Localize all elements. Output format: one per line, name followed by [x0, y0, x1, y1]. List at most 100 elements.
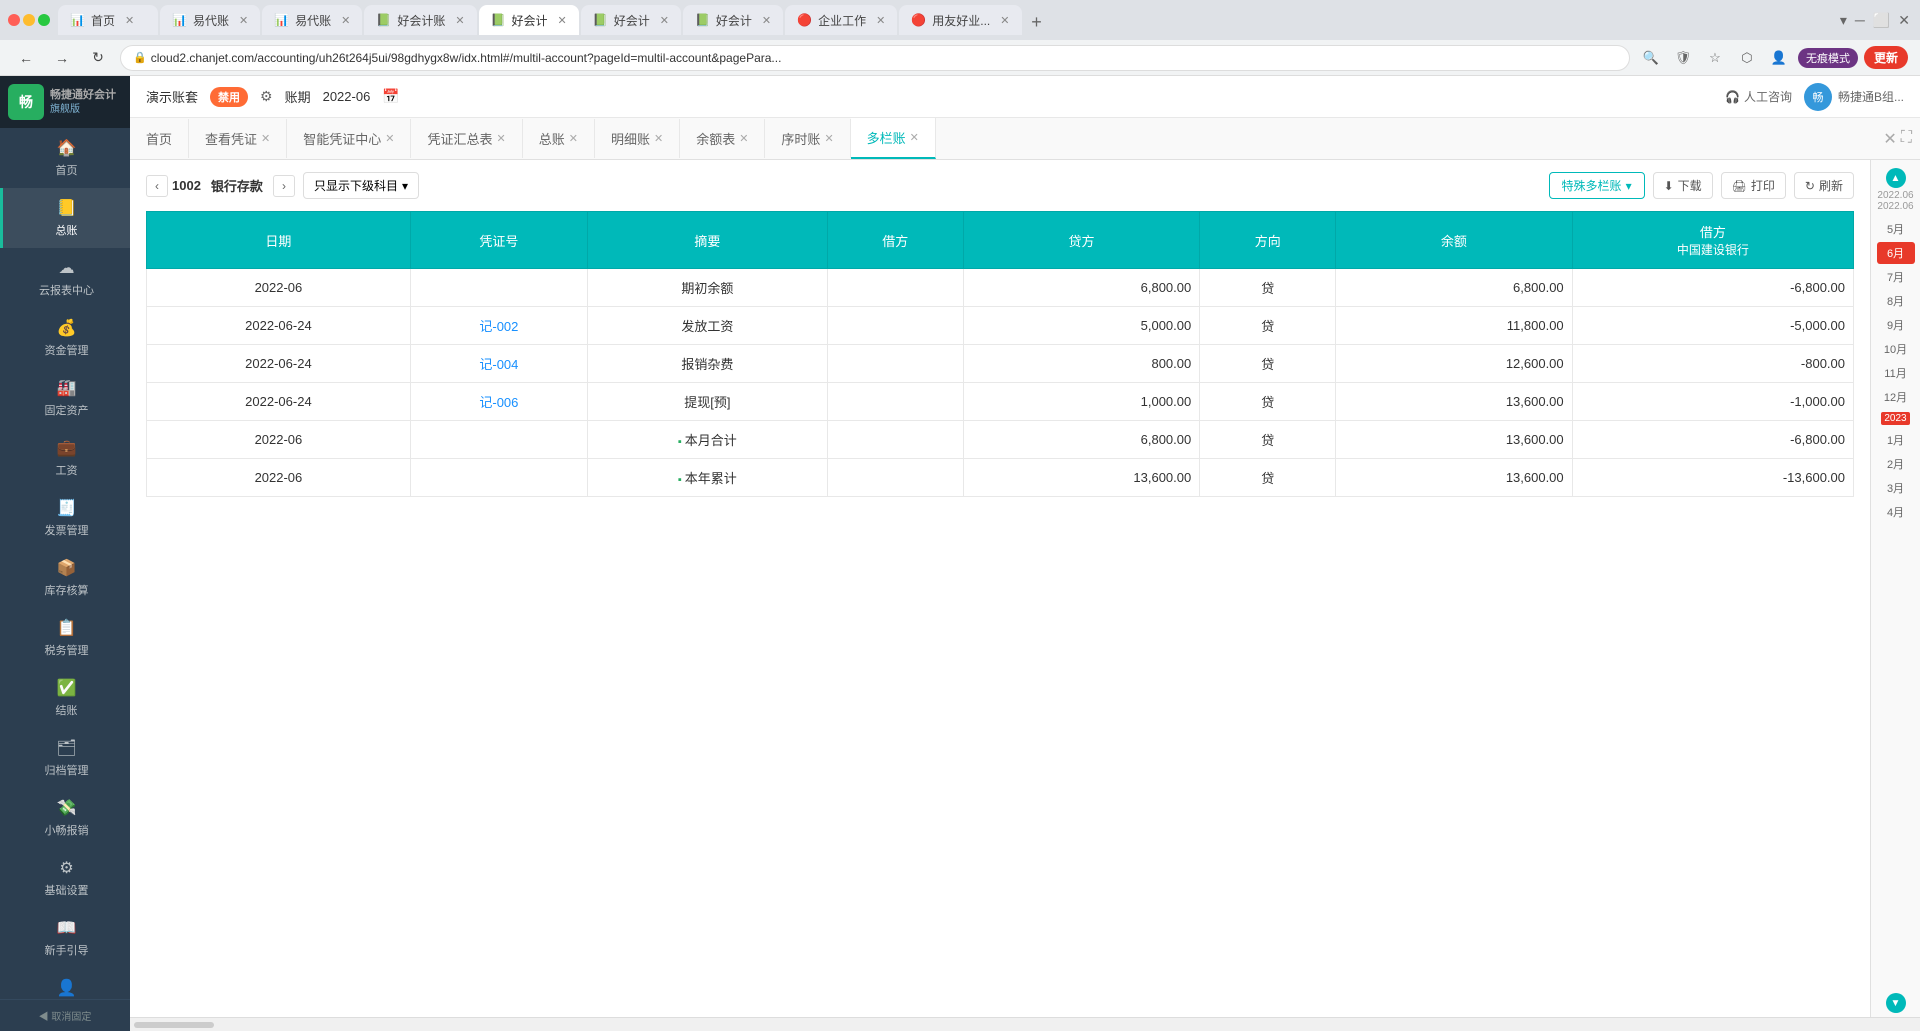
timeline-month-1[interactable]: 1月 — [1877, 429, 1915, 451]
browser-tab-t8[interactable]: 🔴 企业工作 ✕ — [785, 5, 897, 35]
timeline-month-12[interactable]: 12月 — [1877, 386, 1915, 408]
browser-tab-t7[interactable]: 📗 好会计 ✕ — [683, 5, 783, 35]
tab-multi-ledger[interactable]: 多栏账 ✕ — [851, 118, 936, 159]
window-restore-icon[interactable]: ⬜ — [1871, 10, 1892, 31]
browser-tab-t6[interactable]: 📗 好会计 ✕ — [581, 5, 681, 35]
tab-general-ledger[interactable]: 总账 ✕ — [523, 119, 595, 158]
tab-close-t7[interactable]: ✕ — [762, 14, 771, 27]
browser-tab-t1[interactable]: 📊 首页 ✕ — [58, 5, 158, 35]
sidebar-item-member[interactable]: 👤 畅会员 — [0, 968, 130, 999]
sidebar-item-expense[interactable]: 💸 小畅报销 — [0, 788, 130, 848]
window-minimize-icon[interactable]: ─ — [1853, 10, 1867, 31]
tab-balance-table[interactable]: 余额表 ✕ — [680, 119, 765, 158]
timeline-down-btn[interactable]: ▼ — [1886, 993, 1906, 1013]
sidebar-item-guide[interactable]: 📖 新手引导 — [0, 908, 130, 968]
filter-dropdown[interactable]: 只显示下级科目 ▾ — [303, 172, 419, 199]
help-btn[interactable]: 🎧 人工咨询 — [1725, 88, 1792, 105]
window-min-btn[interactable] — [23, 14, 35, 26]
sidebar-item-invoice[interactable]: 🧾 发票管理 — [0, 488, 130, 548]
collapse-tabs-btn[interactable]: ✕ — [1883, 129, 1896, 149]
tab-detail-ledger[interactable]: 明细账 ✕ — [595, 119, 680, 158]
close-tab-seq-ledger[interactable]: ✕ — [824, 132, 833, 145]
tab-list-arrow[interactable]: ▾ — [1838, 10, 1849, 31]
period-icon[interactable]: 📅 — [382, 88, 399, 105]
sidebar-item-settings[interactable]: ⚙ 基础设置 — [0, 848, 130, 908]
sidebar-item-settle[interactable]: ✅ 结账 — [0, 668, 130, 728]
close-tab-voucher-view[interactable]: ✕ — [261, 132, 270, 145]
timeline-month-2[interactable]: 2月 — [1877, 453, 1915, 475]
timeline-month-11[interactable]: 11月 — [1877, 362, 1915, 384]
timeline-up-btn[interactable]: ▲ — [1886, 168, 1906, 188]
window-close-icon[interactable]: ✕ — [1896, 10, 1912, 31]
extensions-icon[interactable]: ⬡ — [1734, 45, 1760, 71]
tab-home[interactable]: 首页 — [130, 119, 189, 158]
close-tab-balance-table[interactable]: ✕ — [739, 132, 748, 145]
timeline-month-5[interactable]: 5月 — [1877, 218, 1915, 240]
browser-tab-t3[interactable]: 📊 易代账 ✕ — [262, 5, 362, 35]
demo-badge[interactable]: 禁用 — [210, 87, 248, 107]
cell-voucher[interactable]: 记-006 — [410, 383, 587, 421]
timeline-month-3[interactable]: 3月 — [1877, 477, 1915, 499]
tab-voucher-summary[interactable]: 凭证汇总表 ✕ — [411, 119, 522, 158]
timeline-month-6[interactable]: 6月 — [1877, 242, 1915, 264]
browser-tab-t2[interactable]: 📊 易代账 ✕ — [160, 5, 260, 35]
tab-voucher-view[interactable]: 查看凭证 ✕ — [189, 119, 287, 158]
update-btn[interactable]: 更新 — [1864, 46, 1908, 69]
close-tab-detail-ledger[interactable]: ✕ — [654, 132, 663, 145]
wuhen-mode-btn[interactable]: 无痕模式 — [1798, 48, 1858, 68]
profile-icon[interactable]: 👤 — [1766, 45, 1792, 71]
tab-close-t5[interactable]: ✕ — [558, 14, 567, 27]
back-button[interactable]: ← — [12, 44, 40, 72]
sidebar-collapse-btn[interactable]: ◀ 取消固定 — [0, 999, 130, 1031]
tab-close-t1[interactable]: ✕ — [125, 14, 134, 27]
settings-btn[interactable]: ⚙ — [260, 88, 273, 105]
user-area[interactable]: 畅 畅捷通B组... — [1804, 83, 1904, 111]
bottom-scrollbar[interactable] — [130, 1017, 1920, 1031]
sidebar-item-cloud[interactable]: ☁ 云报表中心 — [0, 248, 130, 308]
sidebar-item-assets[interactable]: 🏭 固定资产 — [0, 368, 130, 428]
close-tab-voucher-summary[interactable]: ✕ — [497, 132, 506, 145]
cell-voucher[interactable]: 记-002 — [410, 307, 587, 345]
tab-close-t4[interactable]: ✕ — [455, 14, 464, 27]
close-tab-smart-voucher[interactable]: ✕ — [385, 132, 394, 145]
sidebar-item-fund[interactable]: 💰 资金管理 — [0, 308, 130, 368]
star-icon[interactable]: ☆ — [1702, 45, 1728, 71]
window-close-btn[interactable] — [8, 14, 20, 26]
tab-seq-ledger[interactable]: 序时账 ✕ — [765, 119, 850, 158]
next-account-btn[interactable]: › — [273, 175, 295, 197]
tab-close-t8[interactable]: ✕ — [876, 14, 885, 27]
sidebar-item-salary[interactable]: 💼 工资 — [0, 428, 130, 488]
cell-voucher[interactable]: 记-004 — [410, 345, 587, 383]
forward-button[interactable]: → — [48, 44, 76, 72]
shield-icon[interactable]: 🛡 — [1670, 45, 1696, 71]
scroll-thumb[interactable] — [134, 1022, 214, 1028]
sidebar-item-archive[interactable]: 🗂 归档管理 — [0, 728, 130, 788]
browser-tab-t9[interactable]: 🔴 用友好业... ✕ — [899, 5, 1021, 35]
search-icon[interactable]: 🔍 — [1638, 45, 1664, 71]
print-btn[interactable]: 🖨 打印 — [1721, 172, 1786, 199]
timeline-month-7[interactable]: 7月 — [1877, 266, 1915, 288]
sidebar-item-tax[interactable]: 📋 税务管理 — [0, 608, 130, 668]
expand-tabs-btn[interactable]: ⛶ — [1901, 129, 1912, 149]
timeline-month-10[interactable]: 10月 — [1877, 338, 1915, 360]
timeline-month-9[interactable]: 9月 — [1877, 314, 1915, 336]
reload-button[interactable]: ↻ — [84, 44, 112, 72]
window-max-btn[interactable] — [38, 14, 50, 26]
timeline-month-4[interactable]: 4月 — [1877, 501, 1915, 523]
prev-account-btn[interactable]: ‹ — [146, 175, 168, 197]
sidebar-item-home[interactable]: 🏠 首页 — [0, 128, 130, 188]
close-tab-multi-ledger[interactable]: ✕ — [910, 131, 919, 144]
tab-close-t9[interactable]: ✕ — [1000, 14, 1009, 27]
special-multiledger-btn[interactable]: 特殊多栏账 ▾ — [1549, 172, 1645, 199]
close-tab-general-ledger[interactable]: ✕ — [569, 132, 578, 145]
browser-tab-t4[interactable]: 📗 好会计账 ✕ — [364, 5, 476, 35]
sidebar-item-inventory[interactable]: 📦 库存核算 — [0, 548, 130, 608]
browser-tab-t5[interactable]: 📗 好会计 ✕ — [479, 5, 579, 35]
timeline-month-8[interactable]: 8月 — [1877, 290, 1915, 312]
tab-close-t2[interactable]: ✕ — [239, 14, 248, 27]
tab-close-t3[interactable]: ✕ — [341, 14, 350, 27]
tab-smart-voucher[interactable]: 智能凭证中心 ✕ — [287, 119, 411, 158]
address-field[interactable]: 🔒 cloud2.chanjet.com/accounting/uh26t264… — [120, 45, 1630, 71]
refresh-btn[interactable]: ↻ 刷新 — [1794, 172, 1854, 199]
new-tab-button[interactable]: + — [1024, 9, 1050, 35]
